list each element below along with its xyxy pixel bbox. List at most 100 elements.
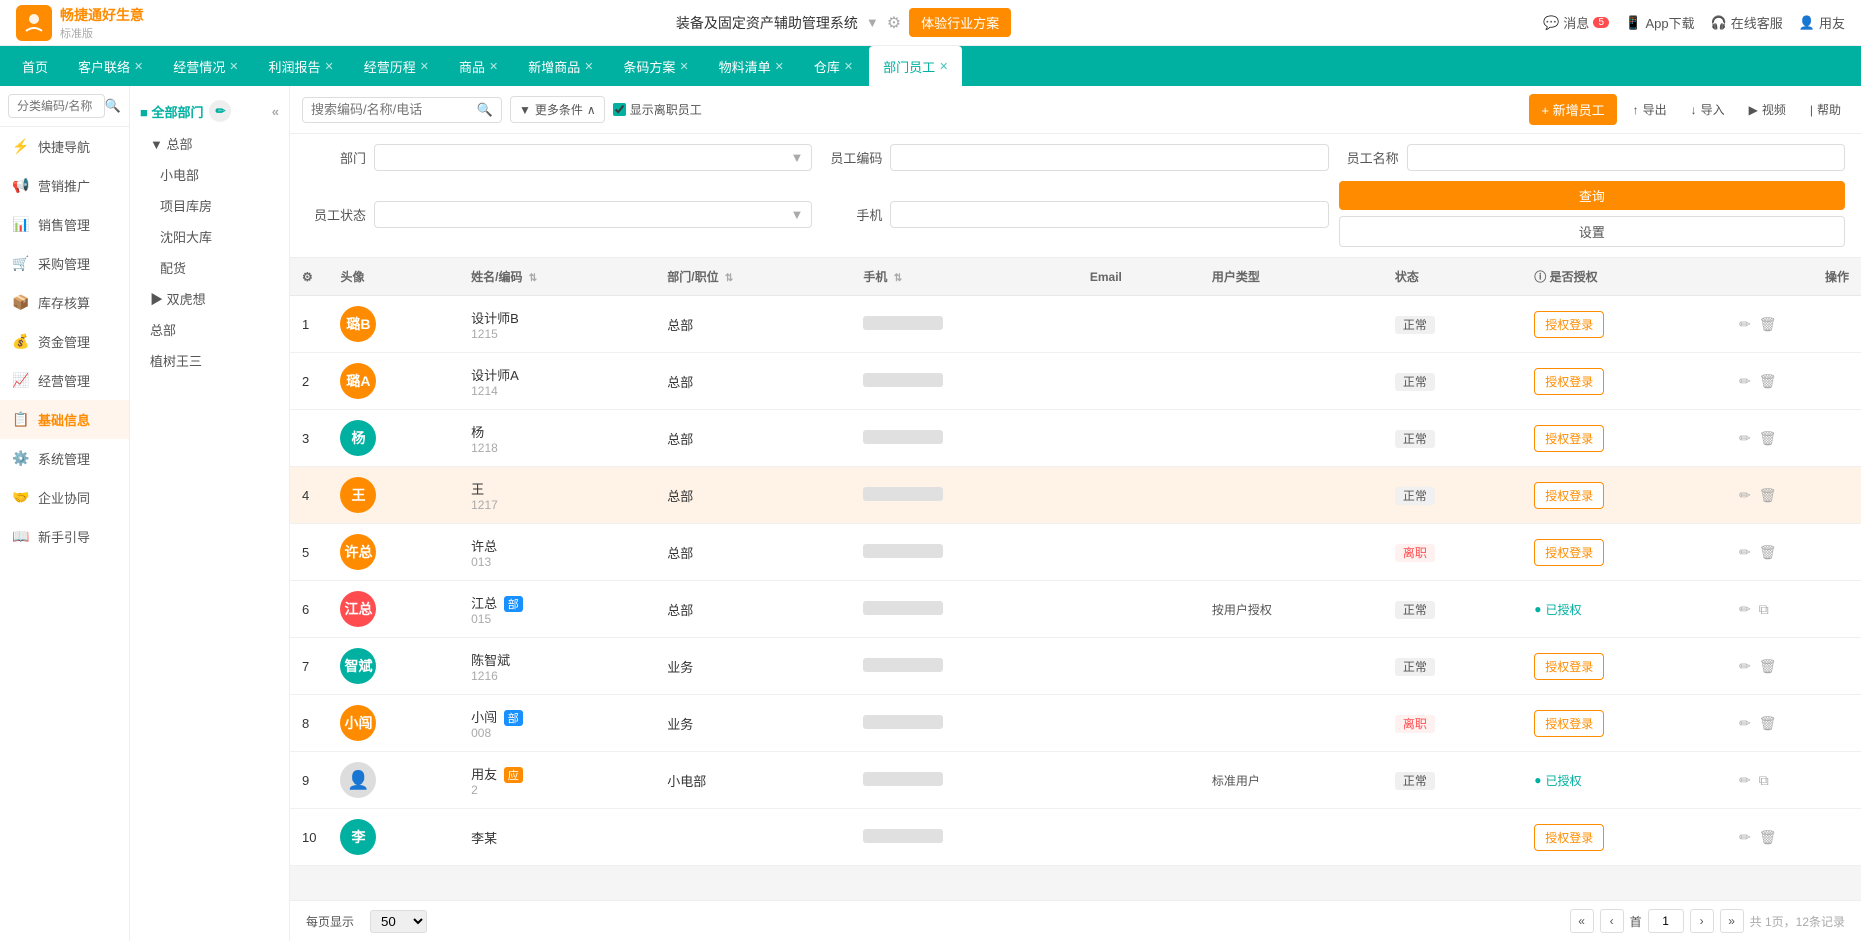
- auth-btn[interactable]: 授权登录: [1534, 368, 1604, 395]
- empname-input[interactable]: [1407, 144, 1845, 171]
- copy-icon[interactable]: ⧉: [1759, 601, 1769, 618]
- edit-icon[interactable]: ✏: [1739, 601, 1751, 618]
- close-icon[interactable]: ✕: [325, 60, 334, 73]
- edit-icon[interactable]: ✏: [1739, 715, 1751, 732]
- delete-icon[interactable]: 🗑: [1759, 430, 1777, 447]
- import-btn[interactable]: ↓ 导入: [1683, 97, 1733, 122]
- auth-btn[interactable]: 授权登录: [1534, 539, 1604, 566]
- auth-btn[interactable]: 授权登录: [1534, 425, 1604, 452]
- gear-icon[interactable]: ⚙: [302, 270, 313, 284]
- sidebar-item-marketing[interactable]: 📢 营销推广: [0, 166, 129, 205]
- dept-item-zhishu[interactable]: 植树王三: [130, 345, 289, 376]
- video-btn[interactable]: ▶ 视频: [1741, 97, 1794, 122]
- reset-btn[interactable]: 设置: [1339, 216, 1845, 247]
- page-input[interactable]: [1648, 909, 1684, 933]
- first-page-btn[interactable]: «: [1570, 909, 1594, 933]
- dept-edit-icon[interactable]: ✏: [209, 100, 231, 122]
- sidebar-item-basic-info[interactable]: 📋 基础信息: [0, 400, 129, 439]
- delete-icon[interactable]: 🗑: [1759, 316, 1777, 333]
- add-employee-btn[interactable]: + 新增员工: [1529, 94, 1616, 125]
- delete-icon[interactable]: 🗑: [1759, 658, 1777, 675]
- empcode-input[interactable]: [890, 144, 1328, 171]
- auth-btn[interactable]: 授权登录: [1534, 311, 1604, 338]
- sidebar-item-guide[interactable]: 📖 新手引导: [0, 517, 129, 556]
- close-icon[interactable]: ✕: [939, 60, 948, 73]
- close-icon[interactable]: ✕: [584, 60, 593, 73]
- sort-icon-phone[interactable]: ⇅: [894, 273, 902, 284]
- sidebar-item-system[interactable]: ⚙️ 系统管理: [0, 439, 129, 478]
- nav-tab-operations[interactable]: 经营情况 ✕: [159, 46, 252, 86]
- close-icon[interactable]: ✕: [420, 60, 429, 73]
- close-icon[interactable]: ✕: [775, 60, 784, 73]
- dept-item-distribution[interactable]: 配货: [130, 252, 289, 283]
- settings-icon[interactable]: ⚙: [887, 13, 901, 33]
- export-btn[interactable]: ↑ 导出: [1625, 97, 1675, 122]
- close-icon[interactable]: ✕: [679, 60, 688, 73]
- search-input[interactable]: [311, 102, 473, 117]
- app-download-btn[interactable]: 📱 App下载: [1625, 13, 1694, 32]
- system-title-dropdown[interactable]: ▼: [866, 15, 879, 30]
- auth-btn[interactable]: 授权登录: [1534, 482, 1604, 509]
- help-btn[interactable]: | 帮助: [1802, 97, 1849, 122]
- dept-item-shuangxiang[interactable]: ▶ 双虎想: [130, 283, 289, 314]
- user-btn[interactable]: 👤 用友: [1799, 13, 1845, 32]
- prev-page-btn[interactable]: ‹: [1600, 909, 1624, 933]
- nav-tab-customer[interactable]: 客户联络 ✕: [64, 46, 157, 86]
- dept-item-zongbu-parent[interactable]: ▼ 总部: [130, 128, 289, 159]
- dept-select[interactable]: ▼: [374, 144, 812, 171]
- nav-tab-goods[interactable]: 商品 ✕: [445, 46, 512, 86]
- page-size-select[interactable]: 50 20 100: [370, 910, 427, 933]
- sidebar-item-quick-nav[interactable]: ⚡ 快捷导航: [0, 127, 129, 166]
- sidebar-item-sales[interactable]: 📊 销售管理: [0, 205, 129, 244]
- auth-btn[interactable]: 授权登录: [1534, 653, 1604, 680]
- edit-icon[interactable]: ✏: [1739, 658, 1751, 675]
- search-menu-input[interactable]: [8, 94, 105, 118]
- search-btn[interactable]: 查询: [1339, 181, 1845, 210]
- status-select[interactable]: ▼: [374, 201, 812, 228]
- sidebar-item-inventory[interactable]: 📦 库存核算: [0, 283, 129, 322]
- close-icon[interactable]: ✕: [229, 60, 238, 73]
- edit-icon[interactable]: ✏: [1739, 487, 1751, 504]
- sidebar-item-operations[interactable]: 📈 经营管理: [0, 361, 129, 400]
- online-service-btn[interactable]: 🎧 在线客服: [1711, 13, 1783, 32]
- sort-icon-dept[interactable]: ⇅: [725, 273, 733, 284]
- close-icon[interactable]: ✕: [489, 60, 498, 73]
- show-offline-toggle[interactable]: 显示离职员工: [613, 101, 702, 118]
- nav-tab-home[interactable]: 首页: [8, 46, 62, 86]
- copy-icon[interactable]: ⧉: [1759, 772, 1769, 789]
- edit-icon[interactable]: ✏: [1739, 829, 1751, 846]
- message-btn[interactable]: 💬 消息 5: [1543, 13, 1609, 32]
- edit-icon[interactable]: ✏: [1739, 544, 1751, 561]
- delete-icon[interactable]: 🗑: [1759, 829, 1777, 846]
- edit-icon[interactable]: ✏: [1739, 772, 1751, 789]
- auth-btn[interactable]: 授权登录: [1534, 710, 1604, 737]
- delete-icon[interactable]: 🗑: [1759, 487, 1777, 504]
- delete-icon[interactable]: 🗑: [1759, 373, 1777, 390]
- delete-icon[interactable]: 🗑: [1759, 715, 1777, 732]
- sidebar-item-enterprise[interactable]: 🤝 企业协同: [0, 478, 129, 517]
- nav-tab-history[interactable]: 经营历程 ✕: [350, 46, 443, 86]
- nav-tab-department[interactable]: 部门员工 ✕: [869, 46, 962, 86]
- edit-icon[interactable]: ✏: [1739, 430, 1751, 447]
- nav-tab-profit[interactable]: 利润报告 ✕: [254, 46, 347, 86]
- nav-tab-warehouse[interactable]: 仓库 ✕: [800, 46, 867, 86]
- close-icon[interactable]: ✕: [844, 60, 853, 73]
- more-filter-btn[interactable]: ▼ 更多条件 ∧: [510, 96, 605, 123]
- search-btn-icon[interactable]: 🔍: [477, 102, 493, 118]
- sort-icon-name[interactable]: ⇅: [529, 273, 537, 284]
- edit-icon[interactable]: ✏: [1739, 373, 1751, 390]
- dept-item-xiaodiandept[interactable]: 小电部: [130, 159, 289, 190]
- nav-tab-new-goods[interactable]: 新增商品 ✕: [514, 46, 607, 86]
- nav-tab-barcode[interactable]: 条码方案 ✕: [609, 46, 702, 86]
- phone-input[interactable]: [890, 201, 1328, 228]
- experience-btn[interactable]: 体验行业方案: [909, 8, 1011, 37]
- delete-icon[interactable]: 🗑: [1759, 544, 1777, 561]
- next-page-btn[interactable]: ›: [1690, 909, 1714, 933]
- last-page-btn[interactable]: »: [1720, 909, 1744, 933]
- nav-tab-bom[interactable]: 物料清单 ✕: [705, 46, 798, 86]
- show-offline-checkbox[interactable]: [613, 103, 626, 116]
- edit-icon[interactable]: ✏: [1739, 316, 1751, 333]
- sidebar-item-purchase[interactable]: 🛒 采购管理: [0, 244, 129, 283]
- dept-item-zongbu[interactable]: 总部: [130, 314, 289, 345]
- close-icon[interactable]: ✕: [134, 60, 143, 73]
